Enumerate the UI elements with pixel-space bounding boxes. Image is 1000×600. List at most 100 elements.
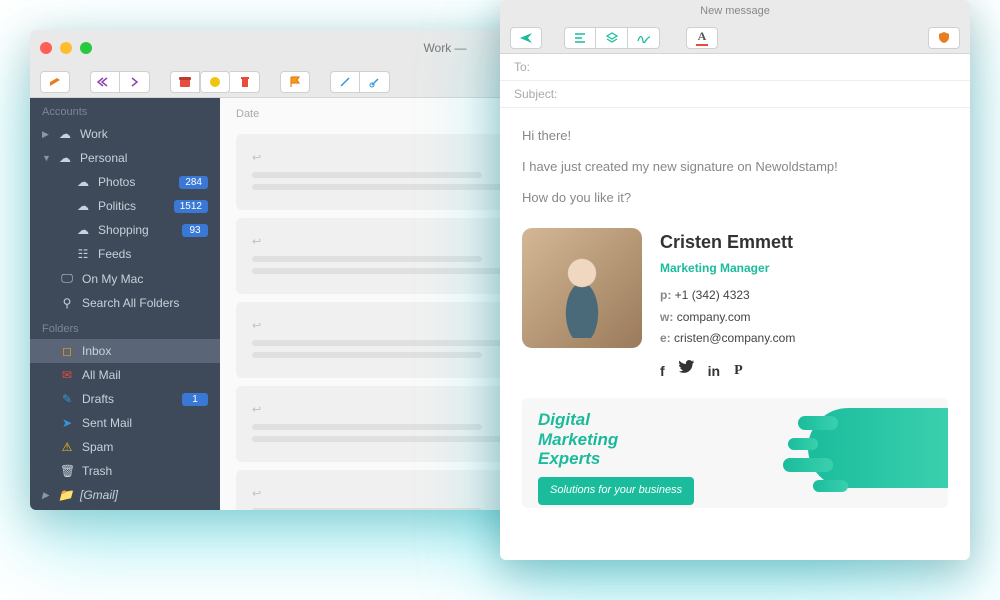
- cloud-icon: ☁: [58, 127, 72, 141]
- sidebar-item-photos[interactable]: ☁ Photos 284: [30, 170, 220, 194]
- compose-window: New message A To: Subject: Hi there! I h…: [500, 0, 970, 560]
- twitter-icon[interactable]: [679, 360, 694, 382]
- sidebar-item-label: Inbox: [82, 344, 208, 358]
- reply-icon: ↩: [252, 236, 261, 248]
- compose-fields: To: Subject:: [500, 54, 970, 108]
- desktop-icon: 🖵: [60, 271, 74, 286]
- sidebar-item-spam[interactable]: ⚠ Spam: [30, 435, 220, 459]
- sidebar-item-label: Work: [80, 127, 208, 141]
- sidebar-item-work[interactable]: ▶ ☁ Work: [30, 122, 220, 146]
- facebook-icon[interactable]: f: [660, 360, 665, 382]
- close-button[interactable]: [40, 42, 52, 54]
- traffic-lights: [40, 42, 92, 54]
- signature-web: w: company.com: [660, 308, 948, 327]
- subject-field[interactable]: Subject:: [500, 81, 970, 108]
- sidebar-item-label: Feeds: [98, 247, 208, 261]
- signature-phone: p: +1 (342) 4323: [660, 286, 948, 305]
- sidebar-item-label: Search All Folders: [82, 296, 208, 310]
- sidebar-item-shopping[interactable]: ☁ Shopping 93: [30, 218, 220, 242]
- sidebar-item-search-all[interactable]: ⚲ Search All Folders: [30, 291, 220, 315]
- sidebar-item-label: Photos: [98, 175, 171, 189]
- compose-body[interactable]: Hi there! I have just created my new sig…: [500, 108, 970, 526]
- reply-icon: ↩: [252, 152, 261, 164]
- sidebar-item-label: All Mail: [82, 368, 208, 382]
- accounts-header: Accounts: [30, 98, 220, 122]
- cloud-icon: ☁: [58, 151, 72, 165]
- signature-name: Cristen Emmett: [660, 228, 948, 257]
- inbox-icon: ◻: [60, 344, 74, 358]
- banner-button[interactable]: Solutions for your business: [538, 477, 694, 505]
- signature-title: Marketing Manager: [660, 259, 948, 278]
- sidebar-item-label: Drafts: [82, 392, 174, 406]
- align-button[interactable]: [564, 27, 596, 49]
- search-icon: ⚲: [60, 296, 74, 310]
- subject-label: Subject:: [514, 87, 557, 101]
- sidebar-item-label: Trash: [82, 464, 208, 478]
- minimize-button[interactable]: [60, 42, 72, 54]
- reply-icon: ↩: [252, 320, 261, 332]
- attach-button[interactable]: [360, 71, 390, 93]
- folder-icon: 📁: [58, 488, 72, 502]
- sidebar-item-drafts[interactable]: ✎ Drafts 1: [30, 387, 220, 411]
- sidebar-item-inbox[interactable]: ◻ Inbox: [30, 339, 220, 363]
- maximize-button[interactable]: [80, 42, 92, 54]
- sidebar-item-label: [Gmail]: [80, 488, 208, 502]
- count-badge: 93: [182, 224, 208, 237]
- archive-button[interactable]: [170, 71, 200, 93]
- send-button[interactable]: [510, 27, 542, 49]
- sidebar-item-feeds[interactable]: ☷ Feeds: [30, 242, 220, 266]
- reply-icon: ↩: [252, 488, 261, 500]
- sidebar-item-label: Shopping: [98, 223, 174, 237]
- cloud-icon: ☁: [76, 199, 90, 213]
- junk-button[interactable]: [200, 71, 230, 93]
- sidebar-item-personal[interactable]: ▼ ☁ Personal: [30, 146, 220, 170]
- send-icon: ➤: [60, 416, 74, 430]
- to-field[interactable]: To:: [500, 54, 970, 81]
- avatar: [522, 228, 642, 348]
- chevron-right-icon: ▶: [42, 129, 50, 140]
- delete-button[interactable]: [230, 71, 260, 93]
- body-greeting: Hi there!: [522, 126, 948, 147]
- to-label: To:: [514, 60, 530, 74]
- compose-button[interactable]: [40, 71, 70, 93]
- banner-decoration: [748, 398, 948, 508]
- signature-button[interactable]: [628, 27, 660, 49]
- sidebar-item-label: Spam: [82, 440, 208, 454]
- feed-icon: ☷: [76, 247, 90, 261]
- sidebar-item-politics[interactable]: ☁ Politics 1512: [30, 194, 220, 218]
- body-line: How do you like it?: [522, 188, 948, 209]
- reply-all-button[interactable]: [90, 71, 120, 93]
- email-signature: Cristen Emmett Marketing Manager p: +1 (…: [522, 228, 948, 508]
- edit-button[interactable]: [330, 71, 360, 93]
- flag-button[interactable]: [280, 71, 310, 93]
- sidebar-item-label: Personal: [80, 151, 208, 165]
- forward-button[interactable]: [120, 71, 150, 93]
- sidebar-item-gmail[interactable]: ▶ 📁 [Gmail]: [30, 483, 220, 507]
- count-badge: 1: [182, 393, 208, 406]
- sidebar: Accounts ▶ ☁ Work ▼ ☁ Personal ☁ Photos …: [30, 98, 220, 510]
- layers-button[interactable]: [596, 27, 628, 49]
- window-title: Work —: [423, 41, 466, 55]
- sidebar-item-trash[interactable]: 🗑 Trash: [30, 459, 220, 483]
- mail-icon: ✉: [60, 368, 74, 382]
- sidebar-item-on-my-mac[interactable]: 🖵 On My Mac: [30, 266, 220, 291]
- compose-title: New message: [700, 5, 770, 17]
- sidebar-item-label: Politics: [98, 199, 166, 213]
- shield-button[interactable]: [928, 27, 960, 49]
- compose-toolbar: A: [500, 22, 970, 54]
- pinterest-icon[interactable]: P: [734, 360, 743, 382]
- linkedin-icon[interactable]: in: [708, 360, 720, 382]
- reply-icon: ↩: [252, 404, 261, 416]
- chevron-right-icon: ▶: [42, 490, 50, 501]
- signature-banner[interactable]: Digital Marketing Experts Solutions for …: [522, 398, 948, 508]
- font-style-button[interactable]: A: [686, 27, 718, 49]
- chevron-down-icon: ▼: [42, 153, 50, 163]
- sidebar-item-label: On My Mac: [82, 272, 208, 286]
- sidebar-item-sent[interactable]: ➤ Sent Mail: [30, 411, 220, 435]
- sidebar-item-label: Sent Mail: [82, 416, 208, 430]
- folders-header: Folders: [30, 315, 220, 339]
- count-badge: 1512: [174, 200, 208, 213]
- sidebar-item-all-mail[interactable]: ✉ All Mail: [30, 363, 220, 387]
- body-line: I have just created my new signature on …: [522, 157, 948, 178]
- pencil-icon: ✎: [60, 392, 74, 406]
